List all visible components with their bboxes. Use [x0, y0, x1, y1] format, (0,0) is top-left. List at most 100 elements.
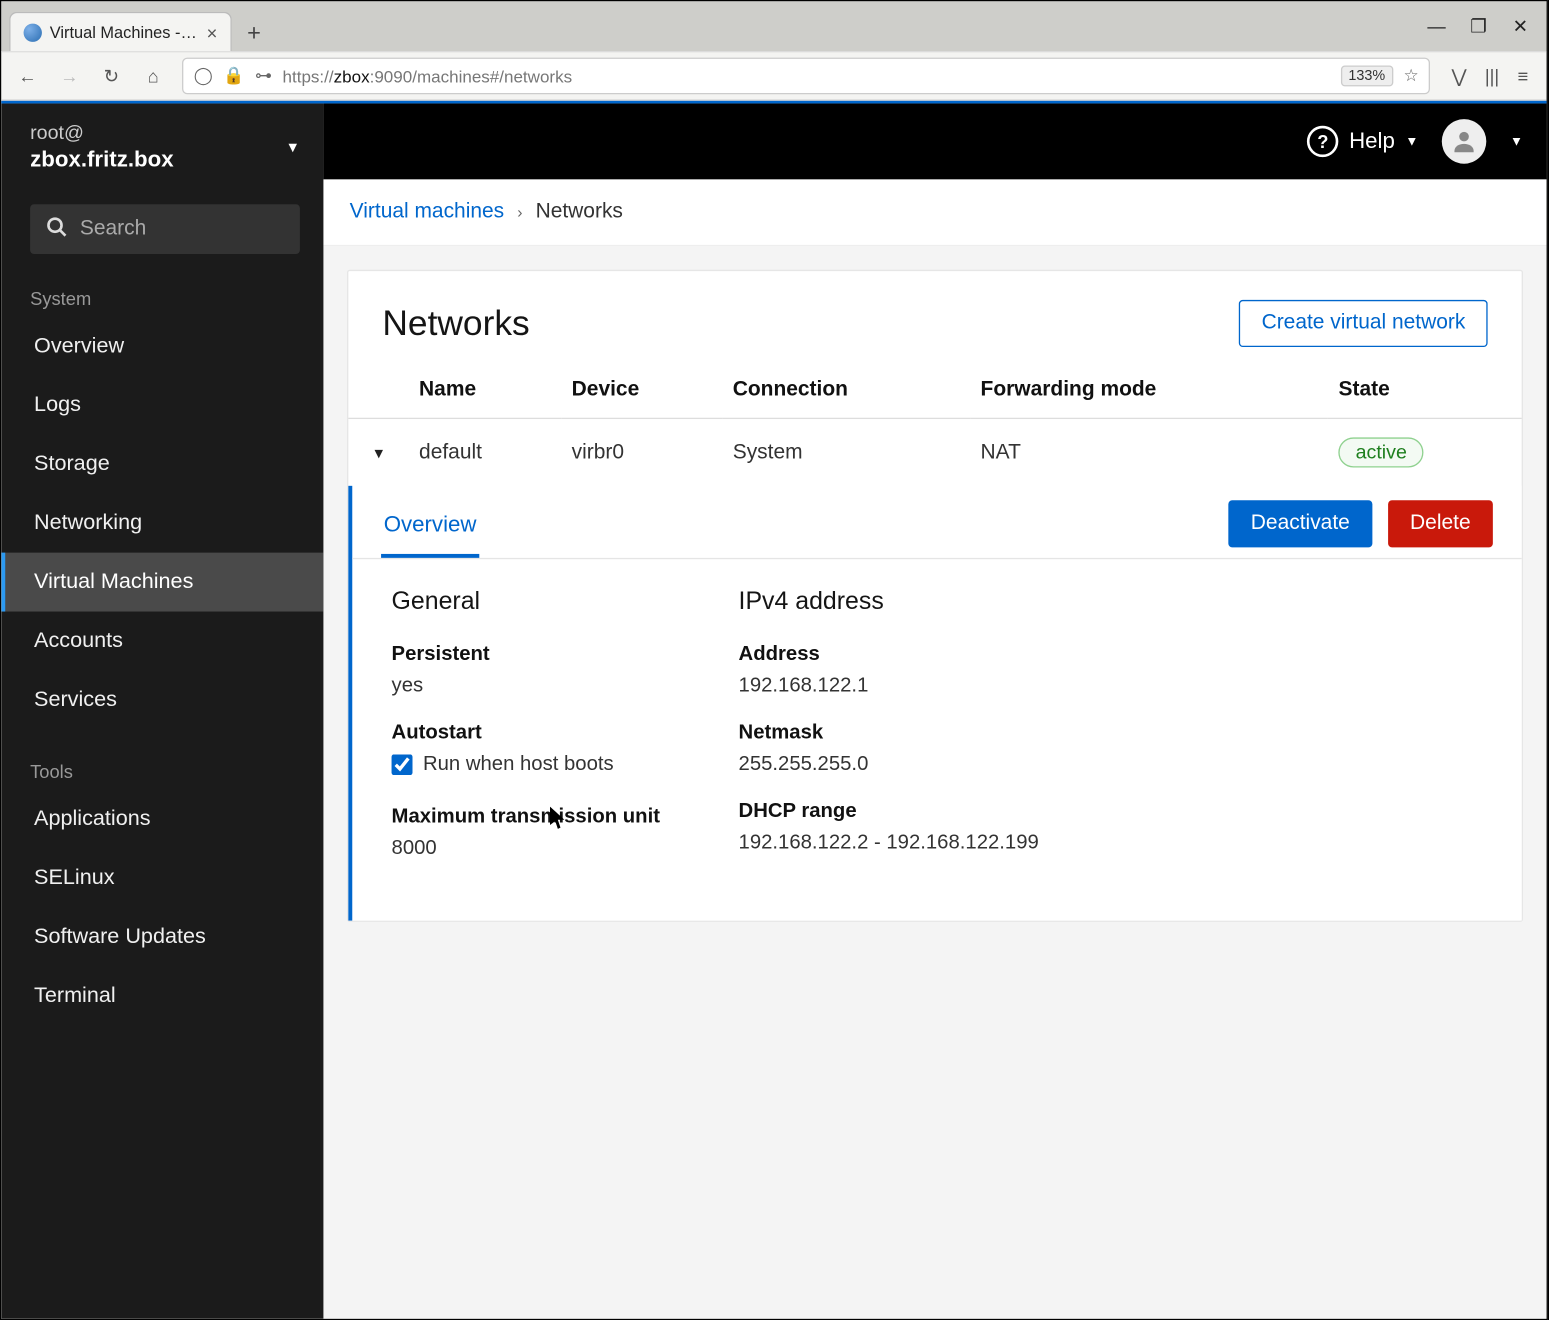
- card-header: Networks Create virtual network: [348, 271, 1521, 363]
- ipv4-column: IPv4 address Address 192.168.122.1 Netma…: [739, 588, 1039, 884]
- autostart-label: Autostart: [392, 722, 660, 746]
- autostart-text: Run when host boots: [423, 753, 614, 777]
- autostart-checkbox[interactable]: Run when host boots: [392, 753, 660, 777]
- browser-tab[interactable]: Virtual Machines - root@ ×: [9, 12, 232, 51]
- chevron-down-icon[interactable]: ▼: [1510, 134, 1523, 148]
- page-title: Networks: [382, 303, 529, 344]
- persistent-label: Persistent: [392, 643, 660, 667]
- window-minimize-icon[interactable]: —: [1426, 16, 1447, 37]
- detail-panel: Overview Deactivate Delete: [348, 486, 1521, 921]
- zoom-badge[interactable]: 133%: [1340, 65, 1393, 86]
- cell-device: virbr0: [561, 418, 722, 485]
- create-network-button[interactable]: Create virtual network: [1239, 300, 1487, 347]
- sidebar-search[interactable]: Search: [30, 204, 300, 254]
- sidebar-hostname: zbox.fritz.box: [30, 147, 173, 173]
- delete-button[interactable]: Delete: [1388, 500, 1493, 547]
- search-placeholder: Search: [80, 217, 146, 241]
- col-name: Name: [409, 363, 562, 419]
- col-connection: Connection: [722, 363, 970, 419]
- sidebar-host-text: root@ zbox.fritz.box: [30, 122, 173, 173]
- tab-overview[interactable]: Overview: [381, 499, 479, 558]
- sidebar-item-accounts[interactable]: Accounts: [1, 612, 323, 671]
- app-viewport: root@ zbox.fritz.box ▼ Search System Ove…: [1, 101, 1546, 1319]
- url-bar[interactable]: ◯ 🔒 ⊶ https://zbox:9090/machines#/networ…: [182, 58, 1431, 95]
- url-host: zbox: [334, 66, 370, 86]
- help-label: Help: [1349, 128, 1395, 154]
- url-path: :9090/machines#/networks: [370, 66, 573, 86]
- networks-card: Networks Create virtual network Name Dev…: [347, 270, 1523, 922]
- new-tab-button[interactable]: +: [237, 16, 271, 50]
- cell-forwarding: NAT: [970, 418, 1328, 485]
- help-icon: ?: [1307, 126, 1338, 157]
- col-device: Device: [561, 363, 722, 419]
- chevron-down-icon: ▼: [1405, 134, 1418, 148]
- sidebar-section-system: System: [1, 275, 323, 317]
- browser-window: Virtual Machines - root@ × + — ❐ ✕ ← → ↻…: [0, 0, 1548, 1320]
- address-value: 192.168.122.1: [739, 674, 1039, 698]
- table-row[interactable]: ▾ default virbr0 System NAT active: [348, 418, 1521, 485]
- breadcrumb-current: Networks: [536, 200, 623, 224]
- sidebar-item-terminal[interactable]: Terminal: [1, 966, 323, 1025]
- sidebar-host-selector[interactable]: root@ zbox.fritz.box ▼: [1, 103, 323, 191]
- window-maximize-icon[interactable]: ❐: [1468, 15, 1489, 37]
- chevron-right-icon: ›: [517, 203, 522, 221]
- help-button[interactable]: ? Help ▼: [1307, 126, 1418, 157]
- window-controls: — ❐ ✕: [1426, 1, 1539, 51]
- toolbar-right-icons: ⋁ ||| ≡: [1446, 65, 1533, 87]
- breadcrumb-parent[interactable]: Virtual machines: [350, 200, 505, 224]
- url-text[interactable]: https://zbox:9090/machines#/networks: [283, 66, 1330, 86]
- sidebar: root@ zbox.fritz.box ▼ Search System Ove…: [1, 103, 323, 1318]
- search-icon: [46, 215, 67, 243]
- nav-home-icon[interactable]: ⌂: [140, 65, 166, 86]
- pocket-icon[interactable]: ⋁: [1452, 65, 1467, 87]
- window-close-icon[interactable]: ✕: [1510, 15, 1531, 37]
- sidebar-item-networking[interactable]: Networking: [1, 494, 323, 553]
- address-label: Address: [739, 643, 1039, 667]
- main-area: ? Help ▼ ▼ Virtual machines › Networks N…: [323, 103, 1546, 1318]
- nav-reload-icon[interactable]: ↻: [98, 65, 124, 87]
- breadcrumbs: Virtual machines › Networks: [323, 179, 1546, 246]
- general-column: General Persistent yes Autostart: [392, 588, 660, 884]
- autostart-input[interactable]: [392, 754, 413, 775]
- bookmark-star-icon[interactable]: ☆: [1404, 65, 1419, 86]
- tab-close-icon[interactable]: ×: [207, 22, 218, 43]
- sidebar-item-virtual-machines[interactable]: Virtual Machines: [1, 553, 323, 612]
- detail-tabs: Overview Deactivate Delete: [352, 486, 1521, 559]
- dhcp-value: 192.168.122.2 - 192.168.122.199: [739, 832, 1039, 856]
- sidebar-item-overview[interactable]: Overview: [1, 317, 323, 376]
- shield-icon[interactable]: ◯: [194, 65, 213, 86]
- content: Networks Create virtual network Name Dev…: [323, 246, 1546, 945]
- expand-toggle-icon[interactable]: ▾: [375, 442, 384, 463]
- sidebar-item-storage[interactable]: Storage: [1, 435, 323, 494]
- user-avatar[interactable]: [1442, 119, 1487, 164]
- col-forwarding: Forwarding mode: [970, 363, 1328, 419]
- mtu-value: 8000: [392, 837, 660, 861]
- lock-icon[interactable]: 🔒: [223, 65, 244, 86]
- app-topbar: ? Help ▼ ▼: [323, 103, 1546, 179]
- sidebar-section-tools: Tools: [1, 748, 323, 790]
- table-header-row: Name Device Connection Forwarding mode S…: [348, 363, 1521, 419]
- deactivate-button[interactable]: Deactivate: [1229, 500, 1373, 547]
- tab-title: Virtual Machines - root@: [50, 23, 199, 41]
- url-security-icons: ◯ 🔒 ⊶: [194, 65, 272, 86]
- library-icon[interactable]: |||: [1485, 65, 1499, 86]
- hamburger-menu-icon[interactable]: ≡: [1518, 65, 1529, 86]
- netmask-value: 255.255.255.0: [739, 753, 1039, 777]
- nav-forward-icon: →: [56, 65, 82, 86]
- detail-actions: Deactivate Delete: [1229, 500, 1493, 558]
- sidebar-item-software-updates[interactable]: Software Updates: [1, 908, 323, 967]
- netmask-label: Netmask: [739, 722, 1039, 746]
- nav-back-icon[interactable]: ←: [14, 65, 40, 86]
- state-badge: active: [1339, 437, 1424, 467]
- sidebar-item-applications[interactable]: Applications: [1, 790, 323, 849]
- chevron-down-icon: ▼: [286, 139, 300, 155]
- cell-name: default: [409, 418, 562, 485]
- sidebar-item-logs[interactable]: Logs: [1, 376, 323, 435]
- mtu-label: Maximum transmission unit: [392, 805, 660, 829]
- sidebar-user: root@: [30, 122, 173, 144]
- general-heading: General: [392, 588, 660, 617]
- sidebar-item-selinux[interactable]: SELinux: [1, 849, 323, 908]
- ipv4-heading: IPv4 address: [739, 588, 1039, 617]
- sidebar-item-services[interactable]: Services: [1, 670, 323, 729]
- key-icon[interactable]: ⊶: [255, 65, 272, 86]
